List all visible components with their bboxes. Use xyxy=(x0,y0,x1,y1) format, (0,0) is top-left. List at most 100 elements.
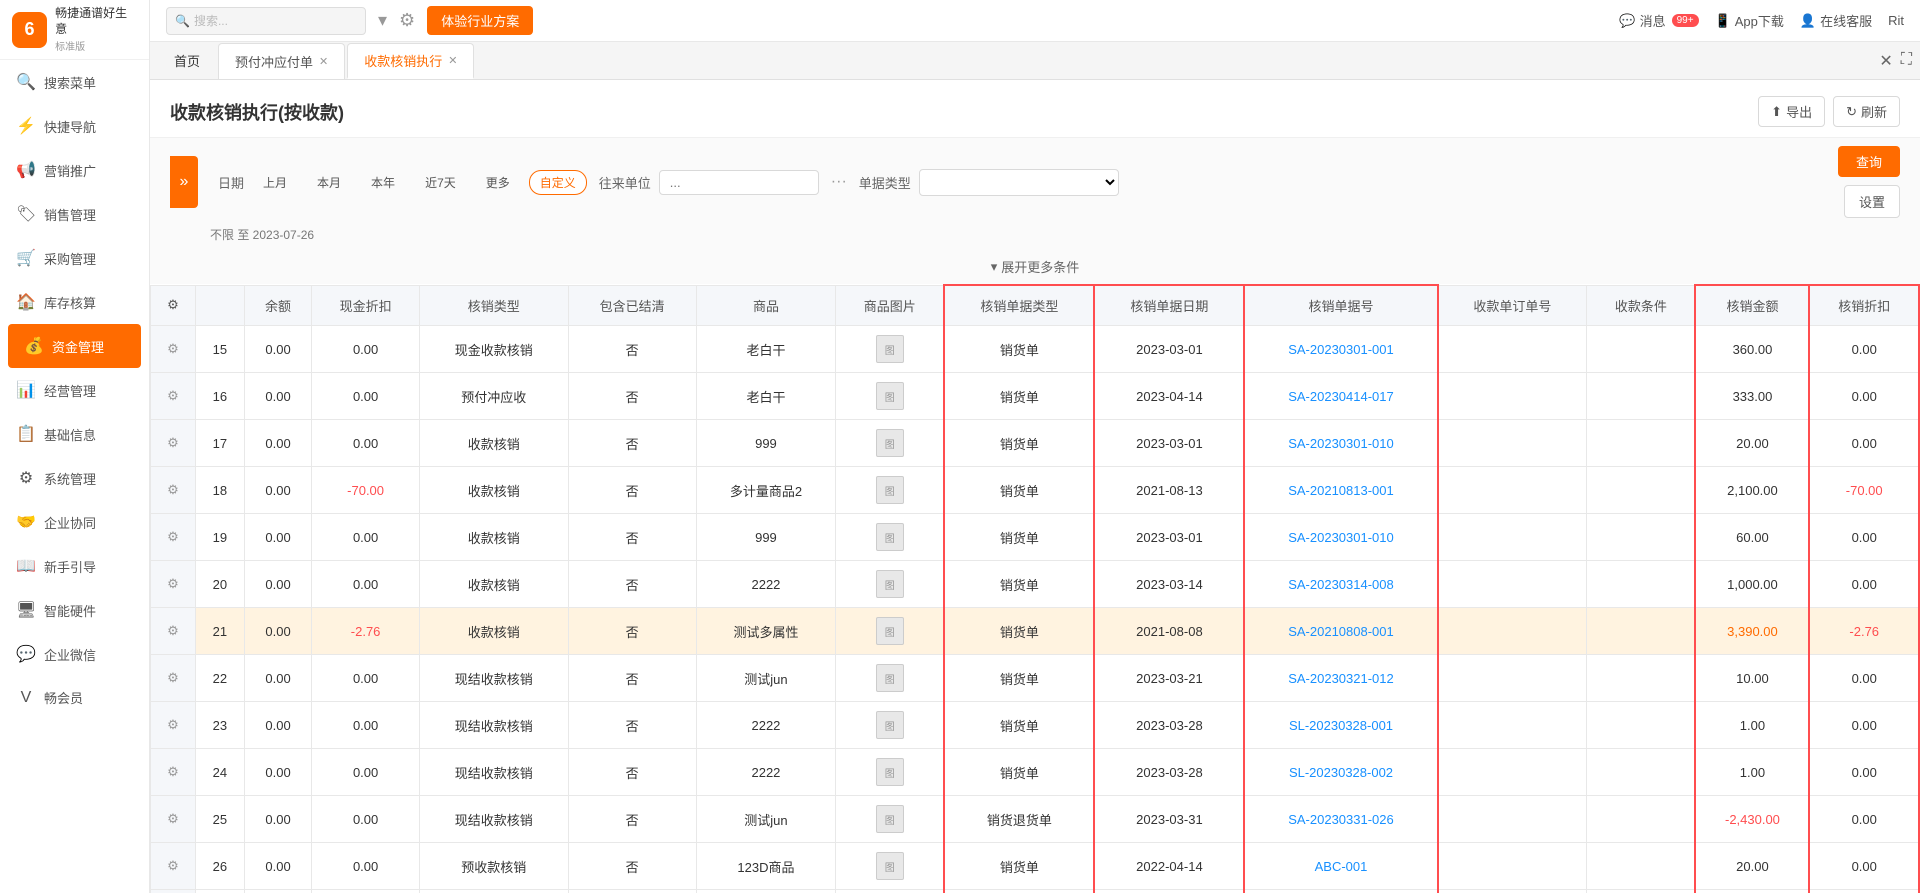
filter-query-area: 查询 设置 xyxy=(1838,146,1900,218)
cell-verify_bill_no[interactable]: SA-20210813-001 xyxy=(1244,467,1437,514)
verify-bill-no-link[interactable]: ABC-001 xyxy=(1315,859,1368,874)
filter-date-label: 日期 xyxy=(218,173,244,192)
cell-gear[interactable]: ⚙ xyxy=(151,749,196,796)
setting-btn[interactable]: 设置 xyxy=(1844,185,1900,218)
verify-bill-no-link[interactable]: SL-20230328-002 xyxy=(1289,765,1393,780)
cell-verify_bill_no[interactable]: SA-20210808-001 xyxy=(1244,608,1437,655)
cell-verify_bill_no[interactable]: SA-20230301-001 xyxy=(1244,326,1437,373)
sidebar-item-4[interactable]: 🛒采购管理 xyxy=(0,236,149,280)
tab-prepaid-close[interactable]: ✕ xyxy=(319,55,328,68)
logo-icon: 6 xyxy=(12,12,47,48)
cell-verify_bill_date: 2023-04-08 xyxy=(1094,890,1244,893)
user-name-btn[interactable]: Rit xyxy=(1888,13,1904,28)
tab-expand-icon[interactable]: ⛶ xyxy=(1901,51,1912,71)
industry-btn[interactable]: 体验行业方案 xyxy=(427,6,533,35)
cell-gear[interactable]: ⚙ xyxy=(151,796,196,843)
filter-last-month[interactable]: 上月 xyxy=(252,170,298,195)
cell-goods: 测试jun xyxy=(696,655,835,702)
filter-more[interactable]: 更多 xyxy=(475,170,521,195)
sidebar-item-0[interactable]: 🔍搜索菜单 xyxy=(0,60,149,104)
filter-7days[interactable]: 近7天 xyxy=(414,170,467,195)
cell-verify_bill_date: 2022-04-14 xyxy=(1094,843,1244,890)
verify-bill-no-link[interactable]: SA-20210813-001 xyxy=(1288,483,1394,498)
cell-verify_bill_no[interactable]: SA-20230414-017 xyxy=(1244,373,1437,420)
cell-gear[interactable]: ⚙ xyxy=(151,561,196,608)
cell-verify_bill_no[interactable]: SA-20230301-010 xyxy=(1244,420,1437,467)
sidebar-label-11: 新手引导 xyxy=(44,557,96,576)
sidebar-icon-9: ⚙ xyxy=(16,468,36,488)
topbar-settings-icon[interactable]: ⚙ xyxy=(399,10,415,31)
cell-gear[interactable]: ⚙ xyxy=(151,326,196,373)
sidebar-item-8[interactable]: 📋基础信息 xyxy=(0,412,149,456)
query-btn[interactable]: 查询 xyxy=(1838,146,1900,177)
cell-gear[interactable]: ⚙ xyxy=(151,608,196,655)
verify-bill-no-link[interactable]: SA-20230331-026 xyxy=(1288,812,1394,827)
verify-bill-no-link[interactable]: SA-20230321-012 xyxy=(1288,671,1394,686)
verify-bill-no-link[interactable]: SA-20230414-017 xyxy=(1288,389,1394,404)
cell-verify_bill_no[interactable]: SL-20230328-002 xyxy=(1244,749,1437,796)
filter-partner-more[interactable]: ··· xyxy=(831,173,847,191)
cell-gear[interactable]: ⚙ xyxy=(151,373,196,420)
sidebar-item-3[interactable]: 🏷销售管理 xyxy=(0,192,149,236)
sidebar-item-6[interactable]: 💰资金管理 xyxy=(8,324,141,368)
sidebar-item-9[interactable]: ⚙系统管理 xyxy=(0,456,149,500)
cell-verify_bill_no[interactable]: SA-20230314-008 xyxy=(1244,561,1437,608)
verify-bill-no-link[interactable]: SA-20230301-010 xyxy=(1288,530,1394,545)
refresh-btn[interactable]: ↻ 刷新 xyxy=(1833,96,1900,127)
col-header-balance: 余额 xyxy=(244,285,311,326)
cell-verify_bill_no[interactable]: SL-20230328-001 xyxy=(1244,702,1437,749)
filter-toggle-arrow[interactable]: » xyxy=(170,156,198,208)
cell-verify_bill_no[interactable]: ABC-001 xyxy=(1244,843,1437,890)
cell-gear[interactable]: ⚙ xyxy=(151,702,196,749)
topbar-dropdown-icon[interactable]: ▾ xyxy=(378,10,387,31)
tab-prepaid[interactable]: 预付冲应付单 ✕ xyxy=(218,43,345,79)
sidebar-item-1[interactable]: ⚡快捷导航 xyxy=(0,104,149,148)
col-header-verify_bill_no: 核销单据号 xyxy=(1244,285,1437,326)
sidebar-label-4: 采购管理 xyxy=(44,249,96,268)
sidebar-item-14[interactable]: V畅会员 xyxy=(0,676,149,719)
sidebar-item-10[interactable]: 🤝企业协同 xyxy=(0,500,149,544)
verify-bill-no-link[interactable]: SA-20210808-001 xyxy=(1288,624,1394,639)
filter-custom[interactable]: 自定义 xyxy=(529,170,587,195)
cell-gear[interactable]: ⚙ xyxy=(151,467,196,514)
verify-bill-no-link[interactable]: SA-20230301-010 xyxy=(1288,436,1394,451)
verify-bill-no-link[interactable]: SA-20230314-008 xyxy=(1288,577,1394,592)
online-service-btn[interactable]: 👤 在线客服 xyxy=(1800,11,1872,30)
cell-verify_bill_no[interactable]: SA-20230321-012 xyxy=(1244,655,1437,702)
sidebar-item-5[interactable]: 🏠库存核算 xyxy=(0,280,149,324)
tab-verify-close[interactable]: ✕ xyxy=(448,54,457,67)
sidebar-item-7[interactable]: 📊经营管理 xyxy=(0,368,149,412)
cell-gear[interactable]: ⚙ xyxy=(151,890,196,893)
table-row: ⚙230.000.00现结收款核销否2222图销货单2023-03-28SL-2… xyxy=(151,702,1920,749)
sidebar-item-11[interactable]: 📖新手引导 xyxy=(0,544,149,588)
filter-partner-input[interactable] xyxy=(659,170,819,195)
cell-verify_bill_no[interactable]: SA-20230331-026 xyxy=(1244,796,1437,843)
message-btn[interactable]: 💬 消息 99+ xyxy=(1619,11,1698,30)
sidebar-item-13[interactable]: 💬企业微信 xyxy=(0,632,149,676)
cell-verify_bill_type: 销货单 xyxy=(944,608,1094,655)
cell-cash_discount: 0.00 xyxy=(312,702,420,749)
verify-bill-no-link[interactable]: SA-20230301-001 xyxy=(1288,342,1394,357)
export-btn[interactable]: ⬆ 导出 xyxy=(1758,96,1825,127)
cell-gear[interactable]: ⚙ xyxy=(151,420,196,467)
sidebar-item-12[interactable]: 🖥智能硬件 xyxy=(0,588,149,632)
cell-verify_bill_no[interactable]: SA-20230301-010 xyxy=(1244,514,1437,561)
filter-this-month[interactable]: 本月 xyxy=(306,170,352,195)
sidebar-item-2[interactable]: 📢营销推广 xyxy=(0,148,149,192)
app-download-btn[interactable]: 📱 App下载 xyxy=(1715,11,1784,30)
cell-no: 16 xyxy=(195,373,244,420)
cell-gear[interactable]: ⚙ xyxy=(151,655,196,702)
cell-verify_bill_no[interactable]: SL-20230408-001 xyxy=(1244,890,1437,893)
filter-bill-type-select[interactable] xyxy=(919,169,1119,196)
cell-gear[interactable]: ⚙ xyxy=(151,514,196,561)
tab-verify[interactable]: 收款核销执行 ✕ xyxy=(347,43,474,79)
export-icon: ⬆ xyxy=(1771,104,1782,120)
verify-bill-no-link[interactable]: SL-20230328-001 xyxy=(1289,718,1393,733)
cell-cash_discount: 0.00 xyxy=(312,890,420,893)
expand-conditions-btn[interactable]: ▾ 展开更多条件 xyxy=(979,253,1092,280)
tab-close-all-icon[interactable]: ✕ xyxy=(1879,51,1892,71)
cell-gear[interactable]: ⚙ xyxy=(151,843,196,890)
filter-this-year[interactable]: 本年 xyxy=(360,170,406,195)
tab-home[interactable]: 首页 xyxy=(158,43,216,79)
cell-verify_amount: 333.00 xyxy=(1695,373,1809,420)
